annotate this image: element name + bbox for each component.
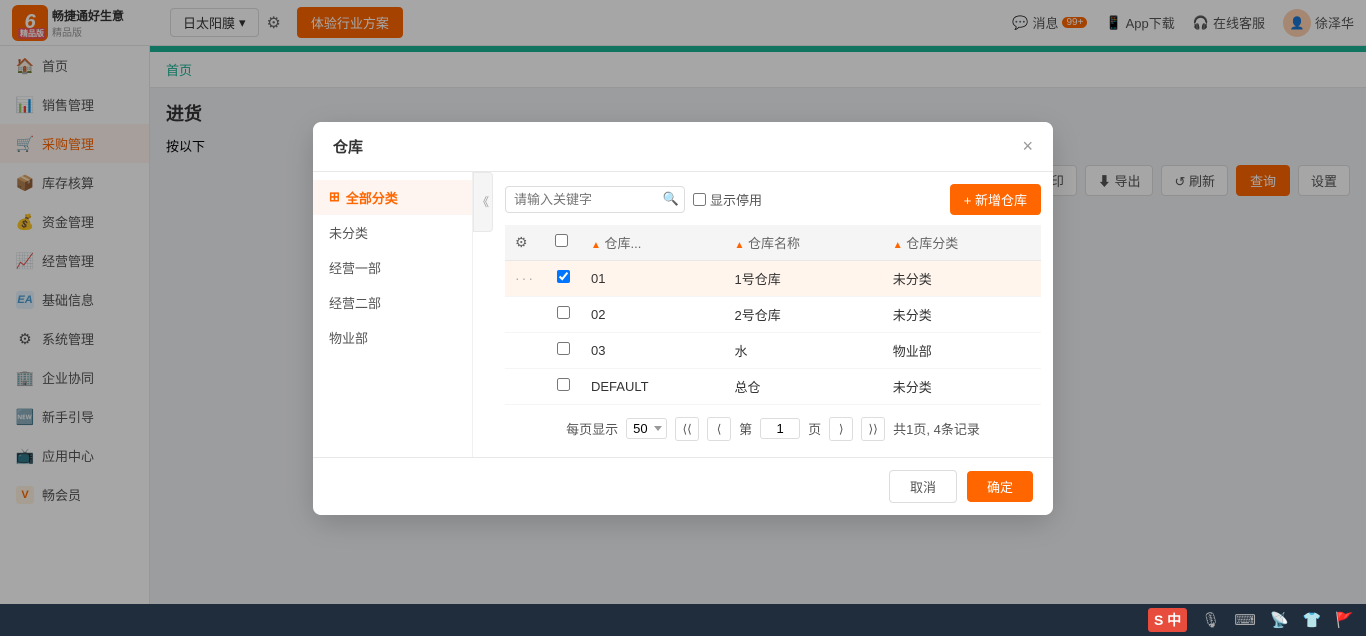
row-checkbox[interactable] [557,342,570,355]
pagination: 每页显示 50 ⟨⟨ ⟨ 第 页 ⟩ ⟩⟩ 共1页, 4条记录 [505,405,1041,445]
table-container: ⚙ ▲ 仓库... ▲ 仓库名称 ▲ 仓库分类 ··· 01 [505,225,1041,405]
col-checkbox [545,225,581,261]
table-row[interactable]: 02 2号仓库 未分类 [505,296,1041,332]
collapse-panel-button[interactable]: 《 [473,172,493,232]
table-row[interactable]: DEFAULT 总仓 未分类 [505,368,1041,404]
page-prev-button[interactable]: ⟨ [707,417,731,441]
category-panel: ⊞ 全部分类 未分类 经营一部 经营二部 物业部 [313,172,473,457]
s-logo: S 中 [1148,608,1187,632]
row-checkbox[interactable] [557,306,570,319]
shirt-icon: 👕 [1303,611,1322,629]
keyboard-icon[interactable]: ⌨ [1234,611,1256,629]
warehouse-table: ⚙ ▲ 仓库... ▲ 仓库名称 ▲ 仓库分类 ··· 01 [505,225,1041,405]
page-next-button[interactable]: ⟩ [829,417,853,441]
flag-icon: 🚩 [1335,611,1354,629]
category-all[interactable]: ⊞ 全部分类 [313,180,472,215]
table-panel: 🔍 显示停用 + 新增仓库 ⚙ [493,172,1053,457]
row-checkbox-cell [545,368,581,404]
table-toolbar: 🔍 显示停用 + 新增仓库 [505,184,1041,215]
row-name: 2号仓库 [725,296,883,332]
row-name: 总仓 [725,368,883,404]
row-category: 未分类 [883,368,1041,404]
category-property[interactable]: 物业部 [313,320,472,355]
row-category: 物业部 [883,332,1041,368]
row-actions [505,296,545,332]
grid-icon: ⊞ [329,189,340,205]
show-disabled-checkbox[interactable] [693,193,706,206]
category-ops1[interactable]: 经营一部 [313,250,472,285]
row-checkbox-cell [545,332,581,368]
show-disabled-label[interactable]: 显示停用 [693,190,762,209]
col-gear: ⚙ [505,225,545,261]
page-last-button[interactable]: ⟩⟩ [861,417,885,441]
row-num: DEFAULT [581,368,725,404]
row-checkbox[interactable] [557,270,570,283]
chevron-left-icon: 《 [477,193,489,210]
row-actions: ··· [505,260,545,296]
category-ops2[interactable]: 经营二部 [313,285,472,320]
table-row[interactable]: ··· 01 1号仓库 未分类 [505,260,1041,296]
mic-icon[interactable]: 🎙 [1201,611,1220,629]
select-all-checkbox[interactable] [555,234,568,247]
row-num: 01 [581,260,725,296]
row-actions [505,368,545,404]
row-category: 未分类 [883,296,1041,332]
category-unclassified[interactable]: 未分类 [313,215,472,250]
confirm-button[interactable]: 确定 [967,471,1033,502]
page-number-input[interactable] [760,418,800,439]
search-wrap: 🔍 [505,186,685,213]
modal-header: 仓库 × [313,122,1053,172]
warehouse-modal: 仓库 × ⊞ 全部分类 未分类 经营一部 经营二部 [313,122,1053,515]
col-category: ▲ 仓库分类 [883,225,1041,261]
col-code: ▲ 仓库... [581,225,725,261]
row-num: 02 [581,296,725,332]
row-checkbox-cell [545,296,581,332]
row-actions [505,332,545,368]
modal-footer: 取消 确定 [313,457,1053,515]
add-warehouse-button[interactable]: + 新增仓库 [950,184,1041,215]
modal-close-button[interactable]: × [1022,137,1033,155]
row-name: 水 [725,332,883,368]
row-category: 未分类 [883,260,1041,296]
row-num: 03 [581,332,725,368]
search-input[interactable] [505,186,685,213]
row-name: 1号仓库 [725,260,883,296]
modal-body: ⊞ 全部分类 未分类 经营一部 经营二部 物业部 《 [313,172,1053,457]
table-row[interactable]: 03 水 物业部 [505,332,1041,368]
search-icon[interactable]: 🔍 [663,191,679,207]
bottom-status-bar: S 中 🎙 ⌨ 📡 👕 🚩 [0,604,1366,636]
row-checkbox-cell [545,260,581,296]
page-first-button[interactable]: ⟨⟨ [675,417,699,441]
col-name: ▲ 仓库名称 [725,225,883,261]
network-icon: 📡 [1270,611,1289,629]
row-checkbox[interactable] [557,378,570,391]
modal-title: 仓库 [333,136,363,157]
cancel-button[interactable]: 取消 [889,470,957,503]
modal-overlay: 仓库 × ⊞ 全部分类 未分类 经营一部 经营二部 [0,0,1366,636]
page-size-select[interactable]: 50 [626,418,667,439]
